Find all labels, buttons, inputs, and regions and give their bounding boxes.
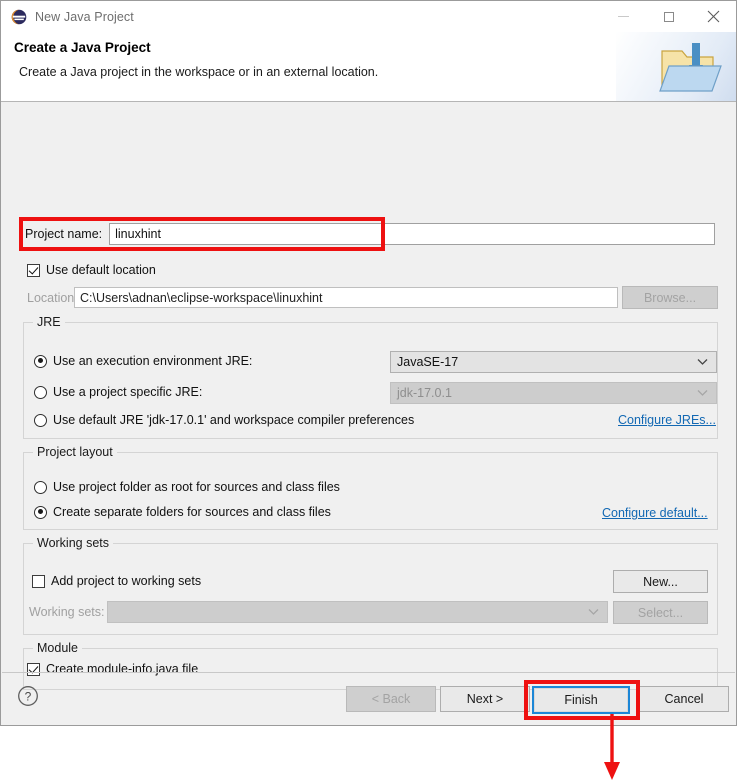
radio-glyph bbox=[34, 505, 47, 519]
execution-environment-value: JavaSE-17 bbox=[397, 355, 459, 369]
checkbox-glyph bbox=[27, 263, 40, 277]
eclipse-logo-icon bbox=[11, 9, 27, 24]
help-icon[interactable]: ? bbox=[17, 685, 39, 707]
chevron-down-icon bbox=[697, 359, 708, 365]
chevron-down-icon bbox=[697, 390, 708, 396]
configure-default-link[interactable]: Configure default... bbox=[602, 506, 708, 520]
minimize-icon[interactable] bbox=[601, 1, 646, 32]
finish-button-label: Finish bbox=[534, 688, 628, 712]
radio-use-default-jre[interactable]: Use default JRE 'jdk-17.0.1' and workspa… bbox=[34, 413, 414, 427]
radio-label: Use default JRE 'jdk-17.0.1' and workspa… bbox=[53, 413, 415, 427]
maximize-icon[interactable] bbox=[646, 1, 691, 32]
window-controls bbox=[601, 1, 736, 32]
page-subtitle: Create a Java project in the workspace o… bbox=[19, 65, 379, 79]
working-sets-group-label: Working sets bbox=[33, 536, 114, 550]
working-sets-combo[interactable] bbox=[107, 601, 608, 623]
window-title: New Java Project bbox=[35, 9, 134, 24]
radio-glyph bbox=[34, 480, 47, 494]
project-name-label: Project name: bbox=[25, 227, 103, 241]
radio-label: Use project folder as root for sources a… bbox=[53, 480, 340, 494]
page-title: Create a Java Project bbox=[14, 40, 151, 55]
configure-jres-link[interactable]: Configure JREs... bbox=[618, 413, 716, 427]
wizard-header: Create a Java Project Create a Java proj… bbox=[1, 32, 736, 102]
location-input[interactable]: C:\Users\adnan\eclipse-workspace\linuxhi… bbox=[74, 287, 618, 308]
title-bar: New Java Project bbox=[1, 1, 736, 32]
radio-create-separate-folders[interactable]: Create separate folders for sources and … bbox=[34, 505, 331, 519]
module-group-label: Module bbox=[33, 641, 82, 655]
radio-use-project-folder-as-root[interactable]: Use project folder as root for sources a… bbox=[34, 480, 340, 494]
project-name-input[interactable]: linuxhint bbox=[109, 223, 715, 245]
radio-label: Use an execution environment JRE: bbox=[53, 354, 253, 368]
finish-button[interactable]: Finish bbox=[532, 686, 630, 714]
close-icon[interactable] bbox=[691, 1, 736, 32]
project-specific-jre-value: jdk-17.0.1 bbox=[397, 386, 452, 400]
location-label: Location: bbox=[27, 291, 78, 305]
browse-button[interactable]: Browse... bbox=[622, 286, 718, 309]
select-working-set-button[interactable]: Select... bbox=[613, 601, 708, 624]
svg-text:?: ? bbox=[25, 690, 32, 704]
back-button[interactable]: < Back bbox=[346, 686, 436, 712]
radio-use-execution-environment-jre[interactable]: Use an execution environment JRE: bbox=[34, 354, 252, 368]
radio-label: Use a project specific JRE: bbox=[53, 385, 203, 399]
use-default-location-label: Use default location bbox=[46, 263, 156, 277]
new-java-project-dialog: New Java Project Create a Java Project C… bbox=[0, 0, 737, 780]
project-specific-jre-combo[interactable]: jdk-17.0.1 bbox=[390, 382, 717, 404]
add-project-to-working-sets-checkbox[interactable]: Add project to working sets bbox=[32, 574, 201, 588]
next-button[interactable]: Next > bbox=[440, 686, 530, 712]
working-sets-label: Working sets: bbox=[29, 605, 105, 619]
java-project-folder-icon bbox=[659, 43, 722, 92]
radio-use-project-specific-jre[interactable]: Use a project specific JRE: bbox=[34, 385, 202, 399]
chevron-down-icon bbox=[588, 609, 599, 615]
new-working-set-button[interactable]: New... bbox=[613, 570, 708, 593]
radio-glyph bbox=[34, 354, 47, 368]
radio-glyph bbox=[34, 385, 47, 399]
cancel-button[interactable]: Cancel bbox=[639, 686, 729, 712]
add-project-to-working-sets-label: Add project to working sets bbox=[51, 574, 202, 588]
jre-group-label: JRE bbox=[33, 315, 65, 329]
radio-label: Create separate folders for sources and … bbox=[53, 505, 331, 519]
radio-glyph bbox=[34, 413, 47, 427]
dialog-body: Project name: linuxhint Use default loca… bbox=[1, 102, 736, 780]
checkbox-glyph bbox=[32, 574, 45, 588]
project-name-row: Project name: linuxhint bbox=[25, 223, 715, 245]
execution-environment-combo[interactable]: JavaSE-17 bbox=[390, 351, 717, 373]
use-default-location-checkbox[interactable]: Use default location bbox=[27, 263, 156, 277]
project-layout-group-label: Project layout bbox=[33, 445, 117, 459]
